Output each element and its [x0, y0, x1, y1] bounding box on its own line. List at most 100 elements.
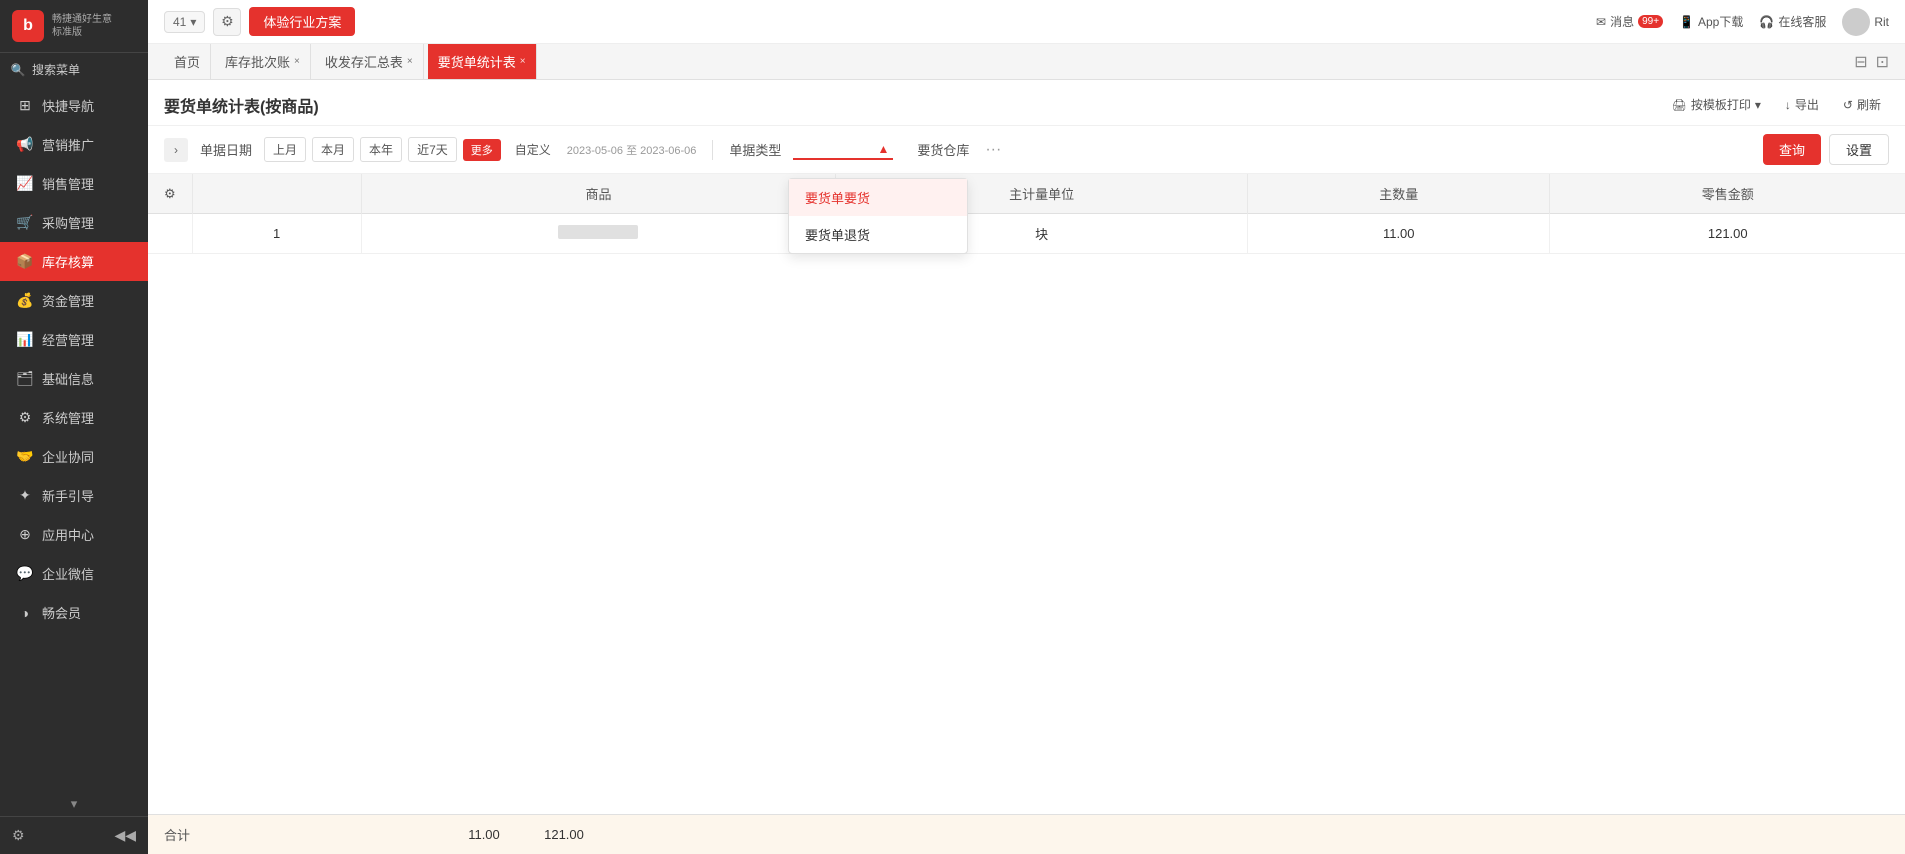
sidebar-logo: b 畅捷通好生意 标准版 — [0, 0, 148, 53]
content-area: 要货单统计表(按商品) 🖨 按模板打印 ▾ ↓ 导出 ↺ 刷新 › — [148, 80, 1905, 854]
tab-order-summary[interactable]: 要货单统计表 × — [428, 44, 537, 79]
sidebar: b 畅捷通好生意 标准版 🔍 搜索菜单 ⊞ 快捷导航 📢 营销推广 📈 销售管理… — [0, 0, 148, 854]
cell-num: 1 — [192, 214, 361, 254]
footer-quantity: 11.00 — [444, 827, 524, 842]
refresh-icon: ↺ — [1843, 98, 1853, 112]
online-service-button[interactable]: 🎧 在线客服 — [1759, 13, 1826, 30]
refresh-button[interactable]: ↺ 刷新 — [1835, 92, 1889, 117]
logo-icon: b — [12, 10, 44, 42]
date-this-month[interactable]: 本月 — [312, 137, 354, 162]
tab-expand-icon[interactable]: ⊟ — [1854, 52, 1867, 72]
sidebar-item-app-center[interactable]: ⊕ 应用中心 — [0, 515, 148, 554]
tab-inventory-batch[interactable]: 库存批次账 × — [215, 44, 311, 79]
col-amount: 零售金额 — [1550, 174, 1905, 214]
print-button[interactable]: 🖨 按模板打印 ▾ — [1664, 92, 1769, 117]
date-last-7-days[interactable]: 近7天 — [408, 137, 457, 162]
nav-icon-app-center: ⊕ — [16, 526, 34, 544]
nav-icon-basic-info: 🗂 — [16, 370, 34, 388]
sidebar-item-members[interactable]: ◑ 畅会员 — [0, 593, 148, 632]
dropdown-item-order-goods[interactable]: 要货单要货 — [789, 179, 967, 216]
sidebar-item-quick-nav[interactable]: ⊞ 快捷导航 — [0, 86, 148, 125]
page-actions: 🖨 按模板打印 ▾ ↓ 导出 ↺ 刷新 — [1664, 92, 1889, 117]
print-dropdown-icon: ▾ — [1755, 98, 1761, 112]
type-select[interactable]: ▲ — [793, 140, 893, 160]
filter-divider — [712, 140, 713, 160]
tab-home[interactable]: 首页 — [164, 44, 211, 79]
sidebar-item-operations[interactable]: 📊 经营管理 — [0, 320, 148, 359]
tab-recv-summary[interactable]: 收发存汇总表 × — [315, 44, 424, 79]
sidebar-bottom: ⚙ ◀◀ — [0, 816, 148, 854]
messages-button[interactable]: ✉ 消息 99+ — [1596, 13, 1663, 30]
trial-button[interactable]: 体验行业方案 — [249, 7, 355, 36]
breadcrumb-select[interactable]: 41 ▾ — [164, 11, 205, 33]
query-button[interactable]: 查询 — [1763, 134, 1821, 165]
sidebar-item-basic-info[interactable]: 🗂 基础信息 — [0, 359, 148, 398]
nav-icon-wechat: 💬 — [16, 565, 34, 583]
warehouse-more-icon[interactable]: ··· — [985, 141, 1001, 159]
date-custom-button[interactable]: 自定义 — [507, 138, 559, 161]
type-label: 单据类型 — [729, 140, 781, 159]
header-right: ✉ 消息 99+ 📱 App下载 🎧 在线客服 Rit — [1596, 8, 1889, 36]
nav-icon-guide: ✦ — [16, 487, 34, 505]
sidebar-item-purchase[interactable]: 🛒 采购管理 — [0, 203, 148, 242]
tab-fullscreen-icon[interactable]: ⊡ — [1876, 52, 1889, 72]
col-settings[interactable]: ⚙ — [148, 174, 192, 214]
nav-icon-operations: 📊 — [16, 331, 34, 349]
collapse-icon[interactable]: ◀◀ — [114, 827, 136, 844]
date-more-button[interactable]: 更多 — [463, 139, 501, 161]
cell-quantity: 11.00 — [1248, 214, 1550, 254]
nav-icon-enterprise: 🤝 — [16, 448, 34, 466]
table-footer: 合计 11.00 121.00 — [148, 814, 1905, 854]
data-table: ⚙ 商品 主计量单位 主数量 零售金额 1 — [148, 174, 1905, 254]
footer-amount: 121.00 — [524, 827, 604, 842]
user-profile[interactable]: Rit — [1842, 8, 1889, 36]
logo-text: 畅捷通好生意 标准版 — [52, 13, 112, 39]
footer-label: 合计 — [164, 825, 444, 844]
tab-close-inventory-batch[interactable]: × — [294, 56, 300, 67]
export-button[interactable]: ↓ 导出 — [1777, 92, 1827, 117]
filter-expand-button[interactable]: › — [164, 138, 188, 162]
page-title: 要货单统计表(按商品) — [164, 93, 319, 117]
sidebar-item-finance[interactable]: 💰 资金管理 — [0, 281, 148, 320]
date-last-month[interactable]: 上月 — [264, 137, 306, 162]
cell-amount: 121.00 — [1550, 214, 1905, 254]
product-placeholder — [558, 225, 638, 239]
nav-icon-system: ⚙ — [16, 409, 34, 427]
sidebar-item-wechat[interactable]: 💬 企业微信 — [0, 554, 148, 593]
tab-close-order-summary[interactable]: × — [520, 56, 526, 67]
date-this-year[interactable]: 本年 — [360, 137, 402, 162]
settings-icon[interactable]: ⚙ — [12, 827, 25, 844]
sidebar-search[interactable]: 🔍 搜索菜单 — [0, 53, 148, 86]
type-chevron-up-icon[interactable]: ▲ — [877, 142, 889, 156]
nav-icon-sales: 📈 — [16, 175, 34, 193]
type-dropdown: 要货单要货 要货单退货 — [788, 178, 968, 254]
sidebar-item-system[interactable]: ⚙ 系统管理 — [0, 398, 148, 437]
dropdown-item-order-return[interactable]: 要货单退货 — [789, 216, 967, 253]
sidebar-item-enterprise[interactable]: 🤝 企业协同 — [0, 437, 148, 476]
message-icon: ✉ — [1596, 15, 1606, 29]
table-settings-icon[interactable]: ⚙ — [164, 186, 176, 201]
table-header-row: ⚙ 商品 主计量单位 主数量 零售金额 — [148, 174, 1905, 214]
main-area: 41 ▾ ⚙ 体验行业方案 ✉ 消息 99+ 📱 App下载 🎧 在线客服 R — [148, 0, 1905, 854]
header-gear-button[interactable]: ⚙ — [213, 8, 241, 36]
avatar — [1842, 8, 1870, 36]
filter-bar: › 单据日期 上月 本月 本年 近7天 更多 自定义 2023-05-06 至 … — [148, 126, 1905, 174]
export-icon: ↓ — [1785, 98, 1791, 112]
set-button[interactable]: 设置 — [1829, 134, 1889, 165]
sidebar-scroll-down[interactable]: ▾ — [0, 792, 148, 816]
page-header: 要货单统计表(按商品) 🖨 按模板打印 ▾ ↓ 导出 ↺ 刷新 — [148, 80, 1905, 126]
sidebar-item-marketing[interactable]: 📢 营销推广 — [0, 125, 148, 164]
sidebar-item-sales[interactable]: 📈 销售管理 — [0, 164, 148, 203]
sidebar-item-guide[interactable]: ✦ 新手引导 — [0, 476, 148, 515]
col-quantity: 主数量 — [1248, 174, 1550, 214]
date-label: 单据日期 — [200, 140, 252, 159]
col-product: 商品 — [361, 174, 836, 214]
cell-checkbox — [148, 214, 192, 254]
sidebar-item-inventory[interactable]: 📦 库存核算 — [0, 242, 148, 281]
tab-close-recv-summary[interactable]: × — [407, 56, 413, 67]
sidebar-nav: ⊞ 快捷导航 📢 营销推广 📈 销售管理 🛒 采购管理 📦 库存核算 💰 资金管… — [0, 86, 148, 792]
warehouse-label: 要货仓库 — [917, 140, 969, 159]
nav-icon-marketing: 📢 — [16, 136, 34, 154]
app-download-button[interactable]: 📱 App下载 — [1679, 13, 1743, 30]
date-range-text: 2023-05-06 至 2023-06-06 — [567, 142, 697, 158]
